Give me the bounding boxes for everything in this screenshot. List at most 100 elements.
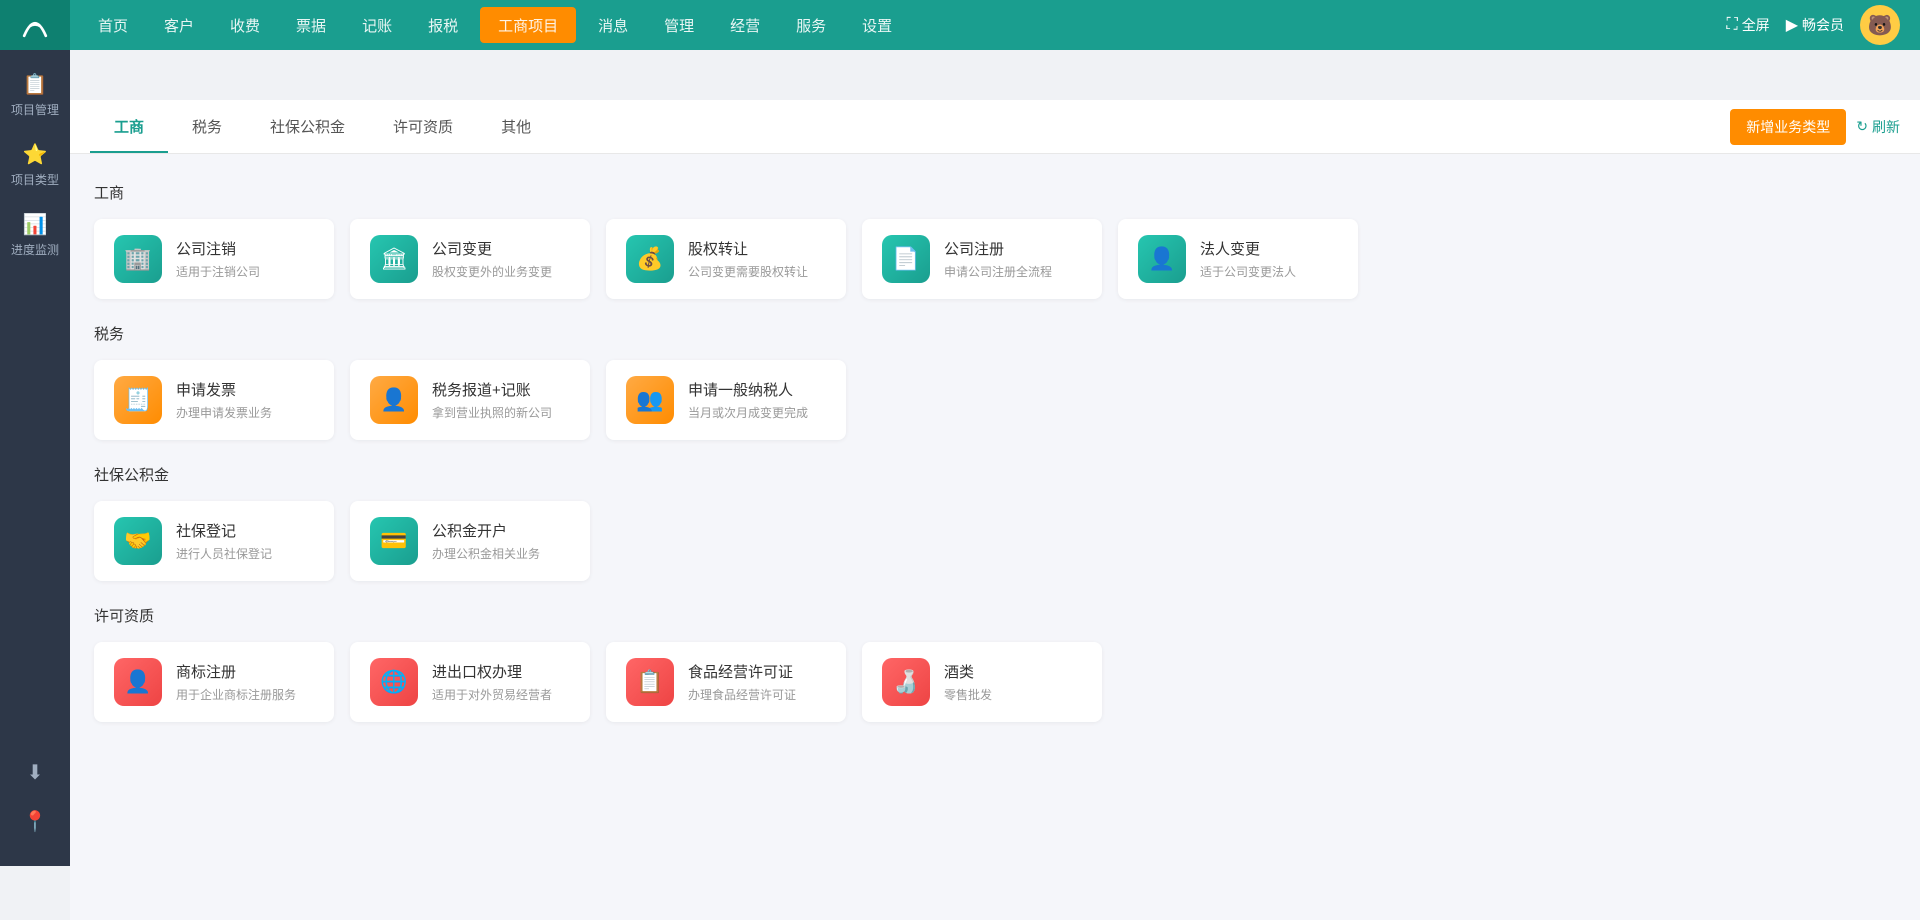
member-button[interactable]: ▶ 畅会员 bbox=[1786, 15, 1844, 35]
card-text-0-1: 公司变更 股权变更外的业务变更 bbox=[432, 238, 552, 280]
avatar[interactable]: 🐻 bbox=[1860, 5, 1900, 45]
tab-工商[interactable]: 工商 bbox=[90, 100, 168, 153]
section-title-2: 社保公积金 bbox=[94, 464, 1896, 485]
top-navigation: 首页客户收费票据记账报税工商项目消息管理经营服务设置 ⛶ 全屏 ▶ 畅会员 🐻 bbox=[0, 0, 1920, 50]
card-desc-0-0: 适用于注销公司 bbox=[176, 263, 260, 280]
card-2-0[interactable]: 🤝 社保登记 进行人员社保登记 bbox=[94, 501, 334, 581]
card-title-0-0: 公司注销 bbox=[176, 238, 260, 259]
refresh-label: 刷新 bbox=[1872, 117, 1900, 137]
card-desc-0-3: 申请公司注册全流程 bbox=[944, 263, 1052, 280]
card-text-3-0: 商标注册 用于企业商标注册服务 bbox=[176, 661, 296, 703]
nav-item-票据[interactable]: 票据 bbox=[278, 0, 344, 50]
card-icon-2-1: 💳 bbox=[370, 517, 418, 565]
card-3-3[interactable]: 🍶 酒类 零售批发 bbox=[862, 642, 1102, 722]
card-desc-0-2: 公司变更需要股权转让 bbox=[688, 263, 808, 280]
nav-item-设置[interactable]: 设置 bbox=[844, 0, 910, 50]
card-desc-1-1: 拿到营业执照的新公司 bbox=[432, 404, 552, 421]
nav-item-客户[interactable]: 客户 bbox=[146, 0, 212, 50]
card-3-1[interactable]: 🌐 进出口权办理 适用于对外贸易经营者 bbox=[350, 642, 590, 722]
nav-item-报税[interactable]: 报税 bbox=[410, 0, 476, 50]
logo bbox=[0, 0, 70, 50]
sidebar-label-2: 进度监测 bbox=[11, 241, 59, 258]
card-desc-1-2: 当月或次月成变更完成 bbox=[688, 404, 808, 421]
card-title-3-2: 食品经营许可证 bbox=[688, 661, 796, 682]
card-icon-1-2: 👥 bbox=[626, 376, 674, 424]
card-0-2[interactable]: 💰 股权转让 公司变更需要股权转让 bbox=[606, 219, 846, 299]
card-text-0-3: 公司注册 申请公司注册全流程 bbox=[944, 238, 1052, 280]
card-icon-0-4: 👤 bbox=[1138, 235, 1186, 283]
card-0-0[interactable]: 🏢 公司注销 适用于注销公司 bbox=[94, 219, 334, 299]
tab-社保公积金[interactable]: 社保公积金 bbox=[246, 100, 369, 153]
card-title-3-1: 进出口权办理 bbox=[432, 661, 552, 682]
sidebar-icon-2: 📊 bbox=[23, 212, 48, 237]
card-icon-3-2: 📋 bbox=[626, 658, 674, 706]
sidebar-item-2[interactable]: 📊 进度监测 bbox=[11, 200, 59, 270]
card-desc-2-1: 办理公积金相关业务 bbox=[432, 545, 540, 562]
card-text-3-2: 食品经营许可证 办理食品经营许可证 bbox=[688, 661, 796, 703]
card-2-1[interactable]: 💳 公积金开户 办理公积金相关业务 bbox=[350, 501, 590, 581]
sidebar-bottom-item-0[interactable]: ⬇ bbox=[0, 748, 70, 797]
card-title-3-3: 酒类 bbox=[944, 661, 992, 682]
card-icon-1-0: 🧾 bbox=[114, 376, 162, 424]
tab-许可资质[interactable]: 许可资质 bbox=[369, 100, 477, 153]
card-0-4[interactable]: 👤 法人变更 适于公司变更法人 bbox=[1118, 219, 1358, 299]
nav-item-消息[interactable]: 消息 bbox=[580, 0, 646, 50]
card-3-2[interactable]: 📋 食品经营许可证 办理食品经营许可证 bbox=[606, 642, 846, 722]
sidebar-icon-0: 📋 bbox=[23, 72, 48, 97]
card-title-1-1: 税务报道+记账 bbox=[432, 379, 552, 400]
card-desc-1-0: 办理申请发票业务 bbox=[176, 404, 272, 421]
card-desc-3-3: 零售批发 bbox=[944, 686, 992, 703]
card-text-0-2: 股权转让 公司变更需要股权转让 bbox=[688, 238, 808, 280]
sidebar-item-0[interactable]: 📋 项目管理 bbox=[11, 60, 59, 130]
cards-grid-0: 🏢 公司注销 适用于注销公司 🏛 公司变更 股权变更外的业务变更 💰 股权转让 … bbox=[94, 219, 1896, 299]
card-desc-0-1: 股权变更外的业务变更 bbox=[432, 263, 552, 280]
cards-grid-1: 🧾 申请发票 办理申请发票业务 👤 税务报道+记账 拿到营业执照的新公司 👥 申… bbox=[94, 360, 1896, 440]
nav-item-收费[interactable]: 收费 bbox=[212, 0, 278, 50]
nav-item-首页[interactable]: 首页 bbox=[80, 0, 146, 50]
nav-items: 首页客户收费票据记账报税工商项目消息管理经营服务设置 bbox=[70, 0, 1726, 50]
fullscreen-label: 全屏 bbox=[1742, 15, 1770, 35]
card-desc-0-4: 适于公司变更法人 bbox=[1200, 263, 1296, 280]
nav-item-服务[interactable]: 服务 bbox=[778, 0, 844, 50]
card-1-1[interactable]: 👤 税务报道+记账 拿到营业执照的新公司 bbox=[350, 360, 590, 440]
add-business-type-button[interactable]: 新增业务类型 bbox=[1730, 109, 1846, 145]
card-3-0[interactable]: 👤 商标注册 用于企业商标注册服务 bbox=[94, 642, 334, 722]
cards-grid-3: 👤 商标注册 用于企业商标注册服务 🌐 进出口权办理 适用于对外贸易经营者 📋 … bbox=[94, 642, 1896, 722]
fullscreen-button[interactable]: ⛶ 全屏 bbox=[1726, 15, 1769, 35]
card-text-1-0: 申请发票 办理申请发票业务 bbox=[176, 379, 272, 421]
card-icon-0-1: 🏛 bbox=[370, 235, 418, 283]
content-area: 工商 🏢 公司注销 适用于注销公司 🏛 公司变更 股权变更外的业务变更 💰 股权… bbox=[70, 154, 1920, 920]
section-title-1: 税务 bbox=[94, 323, 1896, 344]
sidebar-bottom-icon-0: ⬇ bbox=[27, 760, 44, 785]
card-desc-3-1: 适用于对外贸易经营者 bbox=[432, 686, 552, 703]
nav-item-经营[interactable]: 经营 bbox=[712, 0, 778, 50]
card-0-3[interactable]: 📄 公司注册 申请公司注册全流程 bbox=[862, 219, 1102, 299]
card-text-0-0: 公司注销 适用于注销公司 bbox=[176, 238, 260, 280]
tab-其他[interactable]: 其他 bbox=[477, 100, 555, 153]
sidebar-bottom-item-1[interactable]: 📍 bbox=[0, 797, 70, 846]
card-1-2[interactable]: 👥 申请一般纳税人 当月或次月成变更完成 bbox=[606, 360, 846, 440]
card-title-0-2: 股权转让 bbox=[688, 238, 808, 259]
card-text-0-4: 法人变更 适于公司变更法人 bbox=[1200, 238, 1296, 280]
card-text-1-2: 申请一般纳税人 当月或次月成变更完成 bbox=[688, 379, 808, 421]
card-icon-2-0: 🤝 bbox=[114, 517, 162, 565]
sidebar-item-1[interactable]: ⭐项目类型 bbox=[11, 130, 59, 200]
card-title-2-0: 社保登记 bbox=[176, 520, 272, 541]
tab-税务[interactable]: 税务 bbox=[168, 100, 246, 153]
sidebar-label-1: 项目类型 bbox=[11, 171, 59, 188]
nav-item-记账[interactable]: 记账 bbox=[344, 0, 410, 50]
card-text-3-1: 进出口权办理 适用于对外贸易经营者 bbox=[432, 661, 552, 703]
nav-item-管理[interactable]: 管理 bbox=[646, 0, 712, 50]
card-1-0[interactable]: 🧾 申请发票 办理申请发票业务 bbox=[94, 360, 334, 440]
card-title-0-1: 公司变更 bbox=[432, 238, 552, 259]
card-0-1[interactable]: 🏛 公司变更 股权变更外的业务变更 bbox=[350, 219, 590, 299]
tab-actions: 新增业务类型 ↻ 刷新 bbox=[1730, 109, 1900, 145]
sidebar-label-0: 项目管理 bbox=[11, 101, 59, 118]
card-icon-1-1: 👤 bbox=[370, 376, 418, 424]
card-title-1-0: 申请发票 bbox=[176, 379, 272, 400]
refresh-button[interactable]: ↻ 刷新 bbox=[1856, 117, 1900, 137]
card-icon-3-0: 👤 bbox=[114, 658, 162, 706]
card-title-1-2: 申请一般纳税人 bbox=[688, 379, 808, 400]
tab-bar: 工商税务社保公积金许可资质其他 新增业务类型 ↻ 刷新 bbox=[70, 100, 1920, 154]
nav-item-工商项目[interactable]: 工商项目 bbox=[480, 7, 576, 43]
